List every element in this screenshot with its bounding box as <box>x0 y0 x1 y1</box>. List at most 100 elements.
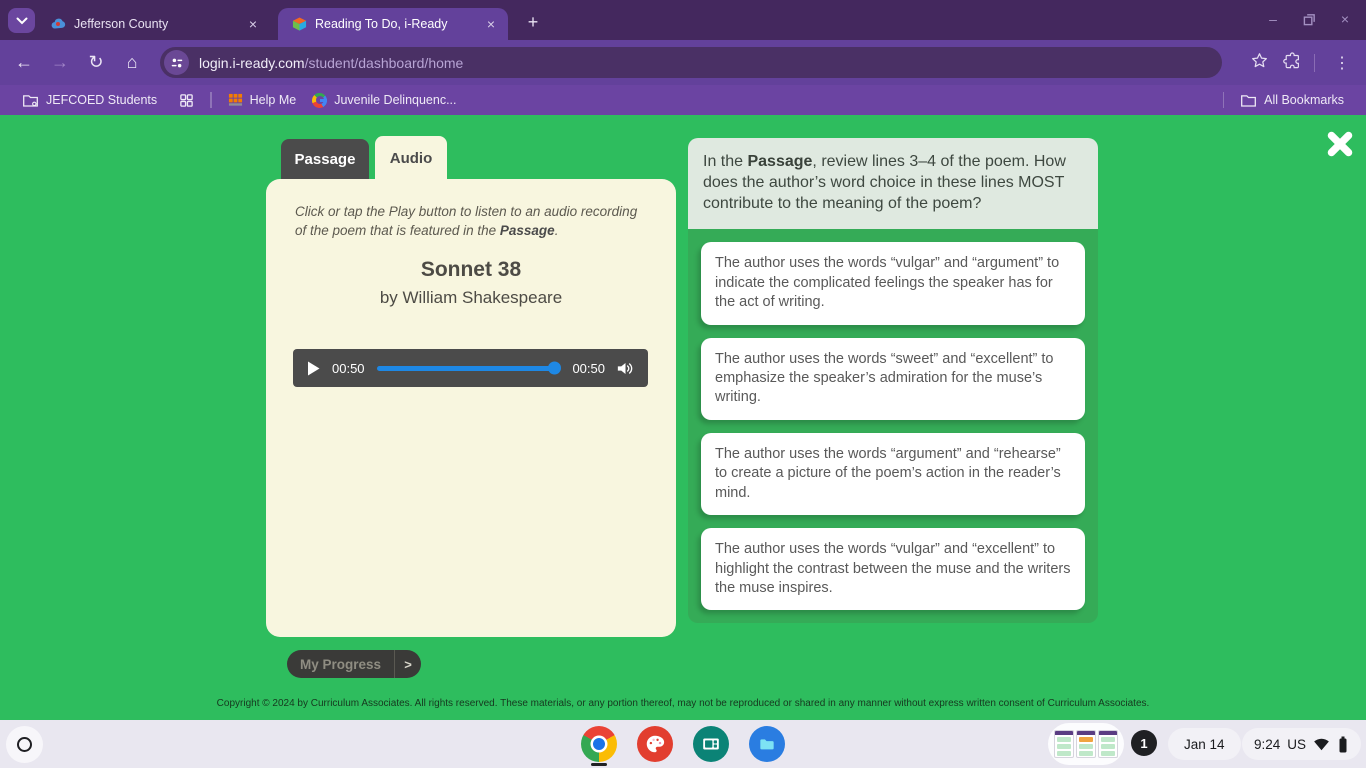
question-text: In the Passage, review lines 3–4 of the … <box>688 138 1098 230</box>
tab-audio[interactable]: Audio <box>375 136 447 180</box>
star-icon <box>1251 52 1267 67</box>
elapsed-time: 00:50 <box>332 360 365 376</box>
bookmark-juvenile-delinquency[interactable]: Juvenile Delinquenc... <box>304 88 464 112</box>
bookmark-label: Juvenile Delinquenc... <box>334 93 457 107</box>
wifi-icon <box>1314 738 1329 751</box>
clock-time: 9:24 <box>1254 736 1281 752</box>
battery-icon <box>1339 736 1347 752</box>
address-bar[interactable]: login.i-ready.com/student/dashboard/home <box>160 47 1222 78</box>
bookmark-label: Help Me <box>249 93 297 107</box>
close-icon <box>1327 131 1353 157</box>
url-path: /student/dashboard/home <box>304 54 464 71</box>
audio-player: 00:50 00:50 <box>293 349 648 387</box>
answer-list: The author uses the words “vulgar” and “… <box>688 229 1098 624</box>
question-bold: Passage <box>747 153 813 170</box>
audio-progress-bar[interactable] <box>376 361 562 375</box>
locale-label: US <box>1287 736 1307 752</box>
tab-strip: Jefferson County × Reading To Do, i-Read… <box>0 0 1366 40</box>
bookmark-star-button[interactable] <box>1250 51 1269 75</box>
answer-option-3[interactable]: The author uses the words “argument” and… <box>701 432 1085 516</box>
copyright-text: Copyright © 2024 by Curriculum Associate… <box>216 698 1150 709</box>
help-me-favicon-icon <box>228 93 242 106</box>
extensions-button[interactable] <box>1282 51 1301 75</box>
new-tab-button[interactable]: + <box>520 9 546 35</box>
tab-close-icon[interactable]: × <box>484 16 498 32</box>
screencast-icon <box>703 738 719 750</box>
instruction-prefix: Click or tap the Play button to listen t… <box>295 204 638 238</box>
tune-icon <box>171 58 182 67</box>
window-thumbnail <box>1076 730 1096 758</box>
notification-counter[interactable]: 1 <box>1131 730 1157 756</box>
instruction-suffix: . <box>554 222 559 238</box>
status-tray[interactable]: 9:24 US <box>1242 728 1362 760</box>
back-button[interactable]: ← <box>6 45 42 81</box>
tab-title: Jefferson County <box>74 17 169 31</box>
my-progress-label: My Progress <box>300 656 382 672</box>
audio-panel-card: Click or tap the Play button to listen t… <box>266 179 676 637</box>
close-lesson-button[interactable] <box>1324 128 1356 160</box>
site-settings-button[interactable] <box>164 50 189 75</box>
tab-search-button[interactable] <box>8 8 35 33</box>
window-previews-button[interactable] <box>1048 723 1124 765</box>
browser-toolbar: ← → ↻ ⌂ login.i-ready.com/student/dashbo… <box>0 40 1366 85</box>
jefferson-county-favicon-icon <box>51 18 66 29</box>
audio-instruction-text: Click or tap the Play button to listen t… <box>266 179 676 241</box>
window-restore-button[interactable] <box>1296 6 1322 32</box>
tab-jefferson-county[interactable]: Jefferson County × <box>36 8 270 40</box>
toolbar-right-cluster: ⋮ <box>1250 40 1357 85</box>
canvas-app-button[interactable] <box>637 726 673 762</box>
window-thumbnail <box>1054 730 1074 758</box>
restore-icon <box>1303 13 1315 25</box>
answer-option-4[interactable]: The author uses the words “vulgar” and “… <box>701 528 1085 611</box>
system-shelf: 1 Jan 14 9:24 US <box>0 720 1366 768</box>
bookmarks-bar: JEFCOED Students Help Me Juvenile Delinq… <box>0 85 1366 115</box>
chrome-app-button[interactable] <box>581 726 617 762</box>
answer-option-1[interactable]: The author uses the words “vulgar” and “… <box>701 242 1085 325</box>
url-text: login.i-ready.com/student/dashboard/home <box>199 55 463 71</box>
managed-folder-icon <box>23 94 38 107</box>
all-bookmarks-label: All Bookmarks <box>1264 93 1344 107</box>
bookmark-label: JEFCOED Students <box>46 93 158 107</box>
launcher-button[interactable] <box>6 726 43 763</box>
window-thumbnail <box>1098 730 1118 758</box>
volume-icon[interactable] <box>617 361 634 376</box>
date-button[interactable]: Jan 14 <box>1168 728 1241 760</box>
google-favicon-icon <box>312 92 328 108</box>
browser-menu-button[interactable]: ⋮ <box>1328 53 1356 73</box>
bookmarks-divider <box>210 92 212 108</box>
tab-title: Reading To Do, i-Ready <box>315 17 448 31</box>
folder-icon <box>760 739 774 750</box>
home-button[interactable]: ⌂ <box>114 45 150 81</box>
refresh-button[interactable]: ↻ <box>78 45 114 81</box>
play-icon[interactable] <box>307 361 320 376</box>
window-close-button[interactable]: × <box>1332 6 1358 32</box>
palette-icon <box>646 735 665 753</box>
bookmark-managed-folder[interactable]: JEFCOED Students <box>14 88 165 112</box>
puzzle-icon <box>1282 51 1299 68</box>
lesson-page: Passage Audio Click or tap the Play butt… <box>0 115 1366 720</box>
files-app-button[interactable] <box>749 726 785 762</box>
tab-passage[interactable]: Passage <box>281 139 369 180</box>
apps-grid-icon <box>180 93 193 107</box>
poem-title: Sonnet 38 <box>420 257 522 281</box>
screencast-app-button[interactable] <box>693 726 729 762</box>
launcher-icon <box>17 737 32 752</box>
all-bookmarks-button[interactable]: All Bookmarks <box>1232 88 1352 112</box>
bookmark-help-me[interactable]: Help Me <box>220 88 305 112</box>
window-minimize-button[interactable]: – <box>1260 6 1286 32</box>
chevron-right-icon: > <box>404 656 412 672</box>
question-panel: In the Passage, review lines 3–4 of the … <box>688 138 1098 624</box>
duration-time: 00:50 <box>572 360 605 376</box>
instruction-bold: Passage <box>499 222 555 238</box>
progress-thumb[interactable] <box>548 361 562 375</box>
window-controls: – × <box>1260 6 1358 32</box>
folder-icon <box>1241 94 1257 107</box>
tab-close-icon[interactable]: × <box>246 16 260 32</box>
answer-option-2[interactable]: The author uses the words “sweet” and “e… <box>701 337 1085 420</box>
apps-shortcut-button[interactable] <box>171 88 202 112</box>
url-host: login.i-ready.com <box>199 54 305 71</box>
tab-reading-to-do[interactable]: Reading To Do, i-Ready × <box>278 8 508 40</box>
forward-button[interactable]: → <box>42 45 78 81</box>
question-prefix: In the <box>703 153 748 170</box>
my-progress-button[interactable]: My Progress > <box>287 650 422 678</box>
